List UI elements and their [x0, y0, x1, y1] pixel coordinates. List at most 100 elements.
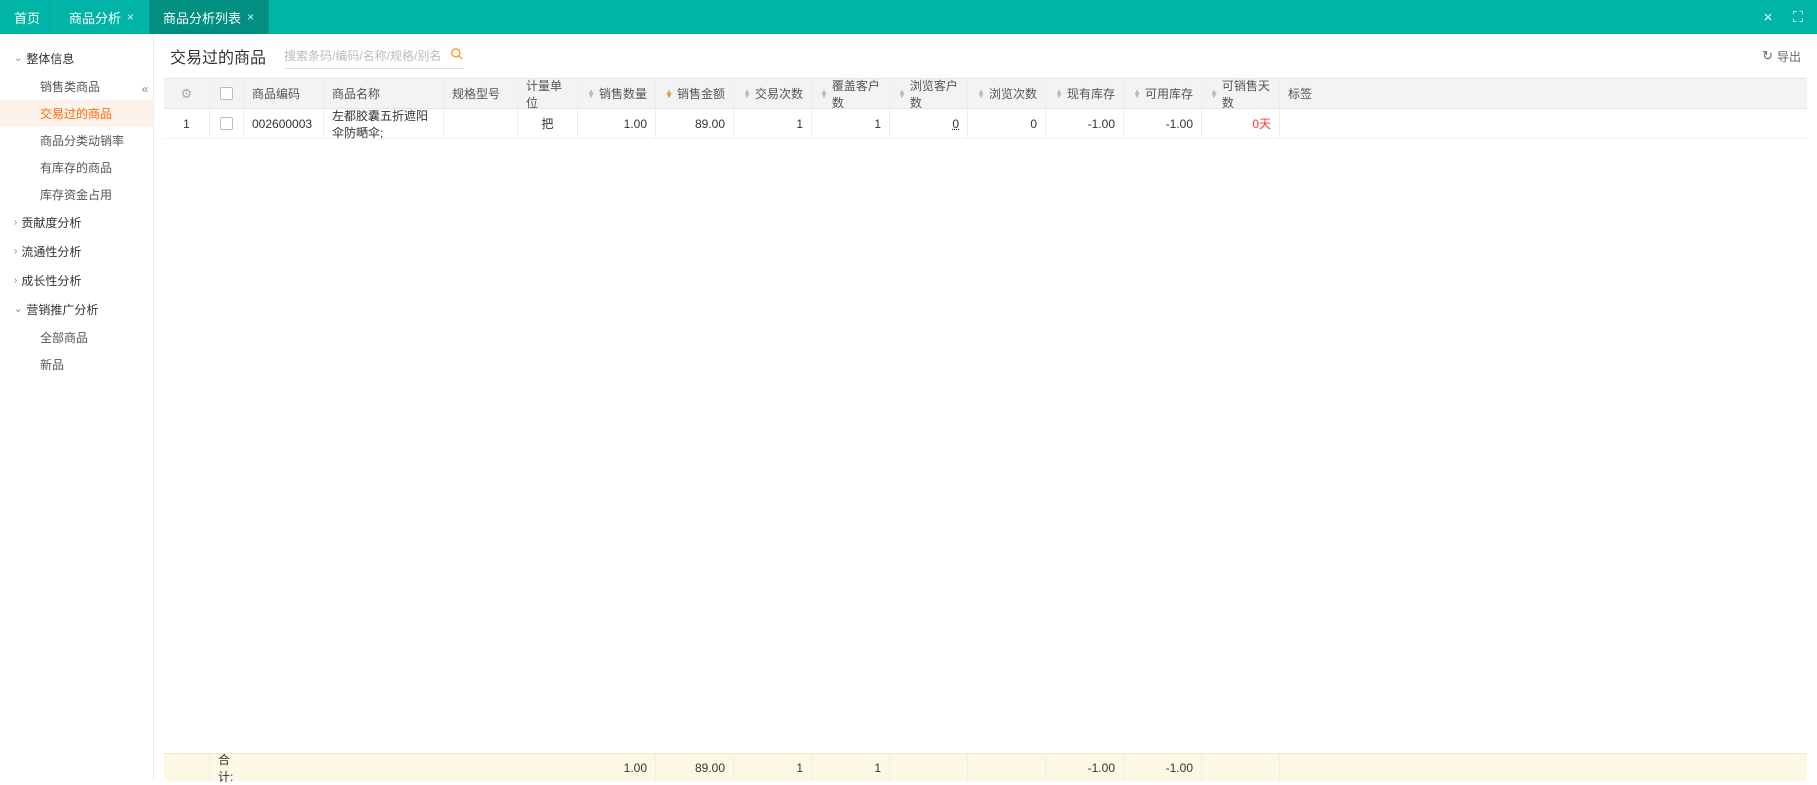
checkbox-icon [220, 117, 233, 130]
tab-home[interactable]: 首页 [0, 0, 55, 34]
sort-icon: ▲▼ [665, 90, 673, 98]
th-unit[interactable]: 计量单位 [518, 79, 578, 108]
foot-sales-qty: 1.00 [578, 754, 656, 781]
foot-days [1202, 754, 1280, 781]
sort-icon: ▲▼ [1055, 90, 1063, 98]
th-stock[interactable]: ▲▼现有库存 [1046, 79, 1124, 108]
th-sales-amt[interactable]: ▲▼销售金额 [656, 79, 734, 108]
th-avail[interactable]: ▲▼可用库存 [1124, 79, 1202, 108]
table-row[interactable]: 1 002600003 左都胶囊五折遮阳伞防嗮伞; 把 1.00 89.00 1… [164, 109, 1807, 139]
foot-view-cnt [968, 754, 1046, 781]
th-spec[interactable]: 规格型号 [444, 79, 518, 108]
table-footer-row: 合计: 1.00 89.00 1 1 -1.00 -1.00 [164, 753, 1807, 781]
close-icon[interactable]: × [247, 10, 254, 24]
foot-trade-cnt: 1 [734, 754, 812, 781]
page-title: 交易过的商品 [170, 44, 266, 68]
chevron-right-icon: › [14, 275, 17, 286]
sidebar-item-sales-products[interactable]: 销售类商品 [0, 73, 153, 100]
sort-icon: ▲▼ [977, 90, 985, 98]
th-code[interactable]: 商品编码 [244, 79, 324, 108]
sort-icon: ▲▼ [1133, 90, 1141, 98]
sort-icon: ▲▼ [820, 90, 828, 98]
cell-tag [1280, 109, 1807, 138]
cell-sales-qty: 1.00 [578, 109, 656, 138]
export-icon: ↻ [1762, 48, 1773, 64]
foot-cust-cnt: 1 [812, 754, 890, 781]
chevron-down-icon: ⌄ [14, 53, 22, 64]
fullscreen-icon[interactable]: ⛶ [1787, 6, 1809, 28]
search-icon[interactable] [450, 47, 464, 64]
nav-group-marketing: ⌄营销推广分析 全部商品 新品 [0, 295, 153, 378]
th-settings[interactable]: ⚙ [164, 79, 210, 108]
cell-sales-amt: 89.00 [656, 109, 734, 138]
nav-title-growth[interactable]: ›成长性分析 [0, 266, 153, 295]
cell-view-cnt: 0 [968, 109, 1046, 138]
foot-avail: -1.00 [1124, 754, 1202, 781]
sidebar-item-traded-products[interactable]: 交易过的商品 [0, 100, 153, 127]
cell-index: 1 [164, 109, 210, 138]
sidebar: ⌄整体信息 销售类商品 交易过的商品 商品分类动销率 有库存的商品 库存资金占用… [0, 34, 154, 781]
sort-icon: ▲▼ [1210, 90, 1218, 98]
nav-title-overall[interactable]: ⌄整体信息 [0, 44, 153, 73]
th-trade-cnt[interactable]: ▲▼交易次数 [734, 79, 812, 108]
nav-group-growth: ›成长性分析 [0, 266, 153, 295]
data-table: ⚙ 商品编码 商品名称 规格型号 计量单位 ▲▼销售数量 ▲▼销售金额 ▲▼交易… [164, 78, 1807, 781]
nav-title-circulation[interactable]: ›流通性分析 [0, 237, 153, 266]
close-icon[interactable]: × [127, 10, 134, 24]
cell-spec [444, 109, 518, 138]
export-button[interactable]: ↻ 导出 [1762, 48, 1801, 65]
sort-icon: ▲▼ [743, 90, 751, 98]
sidebar-item-new-products[interactable]: 新品 [0, 351, 153, 378]
close-window-icon[interactable]: × [1757, 6, 1779, 28]
th-sales-qty[interactable]: ▲▼销售数量 [578, 79, 656, 108]
nav-title-marketing[interactable]: ⌄营销推广分析 [0, 295, 153, 324]
th-select-all[interactable] [210, 79, 244, 108]
cell-unit: 把 [518, 109, 578, 138]
tab-label: 首页 [14, 8, 40, 27]
th-cust-cnt[interactable]: ▲▼覆盖客户数 [812, 79, 890, 108]
th-view-cust[interactable]: ▲▼浏览客户数 [890, 79, 968, 108]
sort-icon: ▲▼ [898, 90, 906, 98]
th-view-cnt[interactable]: ▲▼浏览次数 [968, 79, 1046, 108]
cell-code: 002600003 [244, 109, 324, 138]
table-header-row: ⚙ 商品编码 商品名称 规格型号 计量单位 ▲▼销售数量 ▲▼销售金额 ▲▼交易… [164, 79, 1807, 109]
search-box [284, 43, 464, 69]
foot-stock: -1.00 [1046, 754, 1124, 781]
chevron-down-icon: ⌄ [14, 304, 22, 315]
nav-group-overall: ⌄整体信息 销售类商品 交易过的商品 商品分类动销率 有库存的商品 库存资金占用 [0, 44, 153, 208]
sidebar-item-all-products[interactable]: 全部商品 [0, 324, 153, 351]
cell-days: 0天 [1202, 109, 1280, 138]
gear-icon: ⚙ [181, 86, 193, 102]
checkbox-icon [220, 87, 233, 100]
sidebar-collapse-icon[interactable]: « [134, 78, 156, 100]
th-days[interactable]: ▲▼可销售天数 [1202, 79, 1280, 108]
cell-view-cust[interactable]: 0 [890, 109, 968, 138]
top-actions: × ⛶ [1757, 0, 1817, 34]
tab-strip: 首页 商品分析 × 商品分析列表 × [0, 0, 1757, 34]
cell-select[interactable] [210, 109, 244, 138]
sidebar-item-in-stock[interactable]: 有库存的商品 [0, 154, 153, 181]
chevron-right-icon: › [14, 246, 17, 257]
sidebar-item-stock-capital[interactable]: 库存资金占用 [0, 181, 153, 208]
tab-label: 商品分析 [69, 8, 121, 27]
search-input[interactable] [284, 49, 450, 63]
export-label: 导出 [1777, 48, 1801, 65]
cell-trade-cnt: 1 [734, 109, 812, 138]
tab-product-analysis-list[interactable]: 商品分析列表 × [149, 0, 269, 34]
cell-name: 左都胶囊五折遮阳伞防嗮伞; [324, 109, 444, 138]
cell-cust-cnt: 1 [812, 109, 890, 138]
nav-title-contribution[interactable]: ›贡献度分析 [0, 208, 153, 237]
sidebar-item-category-rate[interactable]: 商品分类动销率 [0, 127, 153, 154]
cell-avail: -1.00 [1124, 109, 1202, 138]
top-tab-bar: 首页 商品分析 × 商品分析列表 × × ⛶ [0, 0, 1817, 34]
nav-group-circulation: ›流通性分析 [0, 237, 153, 266]
page-header: 交易过的商品 ↻ 导出 [154, 34, 1817, 78]
foot-view-cust [890, 754, 968, 781]
th-name[interactable]: 商品名称 [324, 79, 444, 108]
foot-label: 合计: [210, 754, 244, 781]
th-tag[interactable]: 标签 [1280, 79, 1807, 108]
tab-product-analysis[interactable]: 商品分析 × [55, 0, 149, 34]
tab-label: 商品分析列表 [163, 8, 241, 27]
foot-sales-amt: 89.00 [656, 754, 734, 781]
chevron-right-icon: › [14, 217, 17, 228]
